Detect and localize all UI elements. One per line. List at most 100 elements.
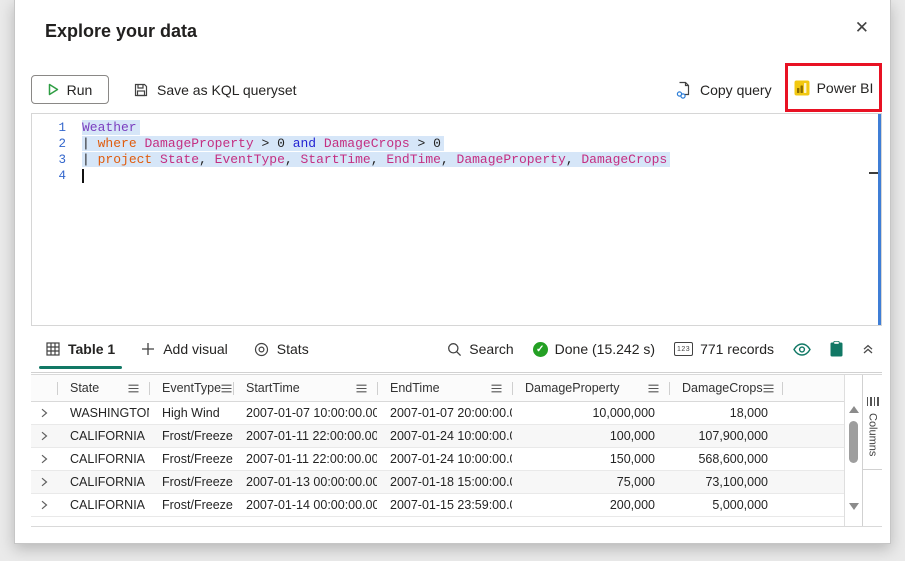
column-header-eventtype[interactable]: EventType bbox=[149, 375, 233, 401]
save-kql-queryset-button[interactable]: Save as KQL queryset bbox=[133, 75, 297, 104]
cell-damageproperty: 100,000 bbox=[609, 429, 655, 443]
run-button[interactable]: Run bbox=[31, 75, 109, 104]
status-cluster: Search ✓ Done (15.242 s) 123 771 records bbox=[447, 326, 874, 372]
scrollbar-up-arrow-icon[interactable] bbox=[849, 406, 859, 413]
table-row[interactable]: CALIFORNIA Frost/Freeze 2007-01-13 00:00:0… bbox=[31, 471, 844, 494]
code-token: > bbox=[253, 136, 278, 151]
columns-panel-label: Columns bbox=[866, 413, 879, 457]
kql-query-editor[interactable]: 1234 Weather | where DamageProperty > 0 a… bbox=[31, 113, 882, 326]
line-number: 4 bbox=[58, 169, 66, 183]
search-label: Search bbox=[469, 341, 514, 357]
row-expand-icon[interactable] bbox=[31, 477, 57, 487]
scrollbar-thumb[interactable] bbox=[849, 421, 858, 463]
record-count: 123 771 records bbox=[674, 341, 774, 357]
collapse-panel-icon[interactable] bbox=[862, 343, 874, 355]
grid-body: WASHINGTON High Wind 2007-01-07 10:00:00.0… bbox=[31, 402, 844, 517]
column-header-endtime[interactable]: EndTime bbox=[377, 375, 512, 401]
row-expand-icon[interactable] bbox=[31, 431, 57, 441]
grid-vertical-scrollbar[interactable] bbox=[844, 375, 862, 526]
cell-starttime: 2007-01-07 10:00:00.0000 bbox=[246, 406, 377, 420]
column-header-label: DamageCrops bbox=[682, 381, 763, 395]
copy-query-button[interactable]: Copy query bbox=[675, 75, 772, 104]
columns-side-panel[interactable]: Columns bbox=[862, 375, 882, 526]
row-expand-icon[interactable] bbox=[31, 454, 57, 464]
column-header-damagecrops[interactable]: DamageCrops bbox=[669, 375, 782, 401]
run-play-icon bbox=[48, 83, 59, 96]
column-menu-icon[interactable] bbox=[763, 384, 774, 393]
tab-stats[interactable]: Stats bbox=[241, 326, 322, 372]
dialog-title: Explore your data bbox=[45, 21, 198, 41]
editor-cursor-mark bbox=[869, 172, 878, 174]
table-row[interactable]: CALIFORNIA Frost/Freeze 2007-01-14 00:00:0… bbox=[31, 494, 844, 517]
cell-eventtype: Frost/Freeze bbox=[162, 475, 233, 489]
cell-damageproperty: 200,000 bbox=[609, 498, 655, 512]
done-check-icon: ✓ bbox=[532, 341, 548, 357]
copy-results-clipboard-icon[interactable] bbox=[830, 341, 843, 357]
filler-header-cell bbox=[782, 375, 844, 401]
status-text: Done (15.242 s) bbox=[554, 341, 656, 357]
run-label: Run bbox=[66, 81, 93, 98]
column-header-starttime[interactable]: StartTime bbox=[233, 375, 377, 401]
cell-endtime: 2007-01-24 10:00:00.0000 bbox=[390, 452, 512, 466]
results-grid: State EventType StartTime EndTime DamageProp… bbox=[31, 374, 882, 527]
cell-damageproperty: 150,000 bbox=[609, 452, 655, 466]
table-row[interactable]: WASHINGTON High Wind 2007-01-07 10:00:00.0… bbox=[31, 402, 844, 425]
column-menu-icon[interactable] bbox=[221, 384, 232, 393]
column-header-state[interactable]: State bbox=[57, 375, 149, 401]
code-token: EventType bbox=[214, 152, 285, 167]
grip-icon bbox=[866, 397, 879, 406]
cell-damagecrops: 18,000 bbox=[729, 406, 768, 420]
powerbi-highlight-box: Power BI bbox=[785, 63, 882, 112]
code-line bbox=[82, 168, 867, 184]
code-token: EndTime bbox=[386, 152, 441, 167]
cell-state: CALIFORNIA bbox=[70, 498, 146, 512]
code-token: 0 bbox=[277, 136, 285, 151]
copy-query-icon bbox=[675, 81, 692, 99]
row-expand-icon[interactable] bbox=[31, 500, 57, 510]
table-row[interactable]: CALIFORNIA Frost/Freeze 2007-01-11 22:00:0… bbox=[31, 448, 844, 471]
code-token: | bbox=[82, 152, 98, 167]
code-token: where bbox=[97, 136, 137, 151]
query-status: ✓ Done (15.242 s) bbox=[532, 341, 656, 357]
code-token: DamageCrops bbox=[323, 136, 410, 151]
cell-damagecrops: 73,100,000 bbox=[705, 475, 768, 489]
cell-starttime: 2007-01-11 22:00:00.0000 bbox=[246, 452, 377, 466]
text-cursor bbox=[82, 168, 84, 183]
grid-header-row: State EventType StartTime EndTime DamageProp… bbox=[31, 375, 844, 402]
cell-damagecrops: 107,900,000 bbox=[698, 429, 768, 443]
column-menu-icon[interactable] bbox=[356, 384, 367, 393]
tab-table-1[interactable]: Table 1 bbox=[33, 326, 128, 372]
results-tabs: Table 1 Add visual Stats bbox=[33, 326, 322, 372]
editor-overview-ruler bbox=[878, 114, 881, 325]
powerbi-label: Power BI bbox=[816, 79, 874, 96]
column-header-label: State bbox=[70, 381, 100, 395]
code-token: , bbox=[199, 152, 215, 167]
powerbi-icon bbox=[794, 80, 810, 96]
cell-state: CALIFORNIA bbox=[70, 429, 146, 443]
column-menu-icon[interactable] bbox=[491, 384, 502, 393]
preview-eye-icon[interactable] bbox=[793, 342, 811, 356]
grid-table: State EventType StartTime EndTime DamageProp… bbox=[31, 375, 844, 517]
column-header-damageproperty[interactable]: DamageProperty bbox=[512, 375, 669, 401]
code-token: DamageProperty bbox=[456, 152, 566, 167]
close-icon[interactable]: ✕ bbox=[855, 19, 869, 36]
tab-add-visual[interactable]: Add visual bbox=[128, 326, 241, 372]
code-token: 0 bbox=[433, 136, 441, 151]
code-line: Weather bbox=[82, 120, 867, 136]
column-menu-icon[interactable] bbox=[128, 384, 139, 393]
search-icon bbox=[447, 342, 462, 357]
column-menu-icon[interactable] bbox=[648, 384, 659, 393]
tab-label: Add visual bbox=[163, 341, 228, 357]
cell-damagecrops: 5,000,000 bbox=[712, 498, 768, 512]
powerbi-button[interactable]: Power BI bbox=[794, 79, 874, 96]
search-button[interactable]: Search bbox=[447, 341, 514, 357]
cell-eventtype: Frost/Freeze bbox=[162, 429, 233, 443]
row-expand-icon[interactable] bbox=[31, 408, 57, 418]
code-token: State bbox=[160, 152, 200, 167]
table-row[interactable]: CALIFORNIA Frost/Freeze 2007-01-11 22:00:0… bbox=[31, 425, 844, 448]
cell-endtime: 2007-01-15 23:59:00.0000 bbox=[390, 498, 512, 512]
columns-panel-handle[interactable]: Columns bbox=[863, 375, 882, 470]
code-lines: Weather | where DamageProperty > 0 and Da… bbox=[82, 120, 867, 184]
scrollbar-down-arrow-icon[interactable] bbox=[849, 503, 859, 510]
